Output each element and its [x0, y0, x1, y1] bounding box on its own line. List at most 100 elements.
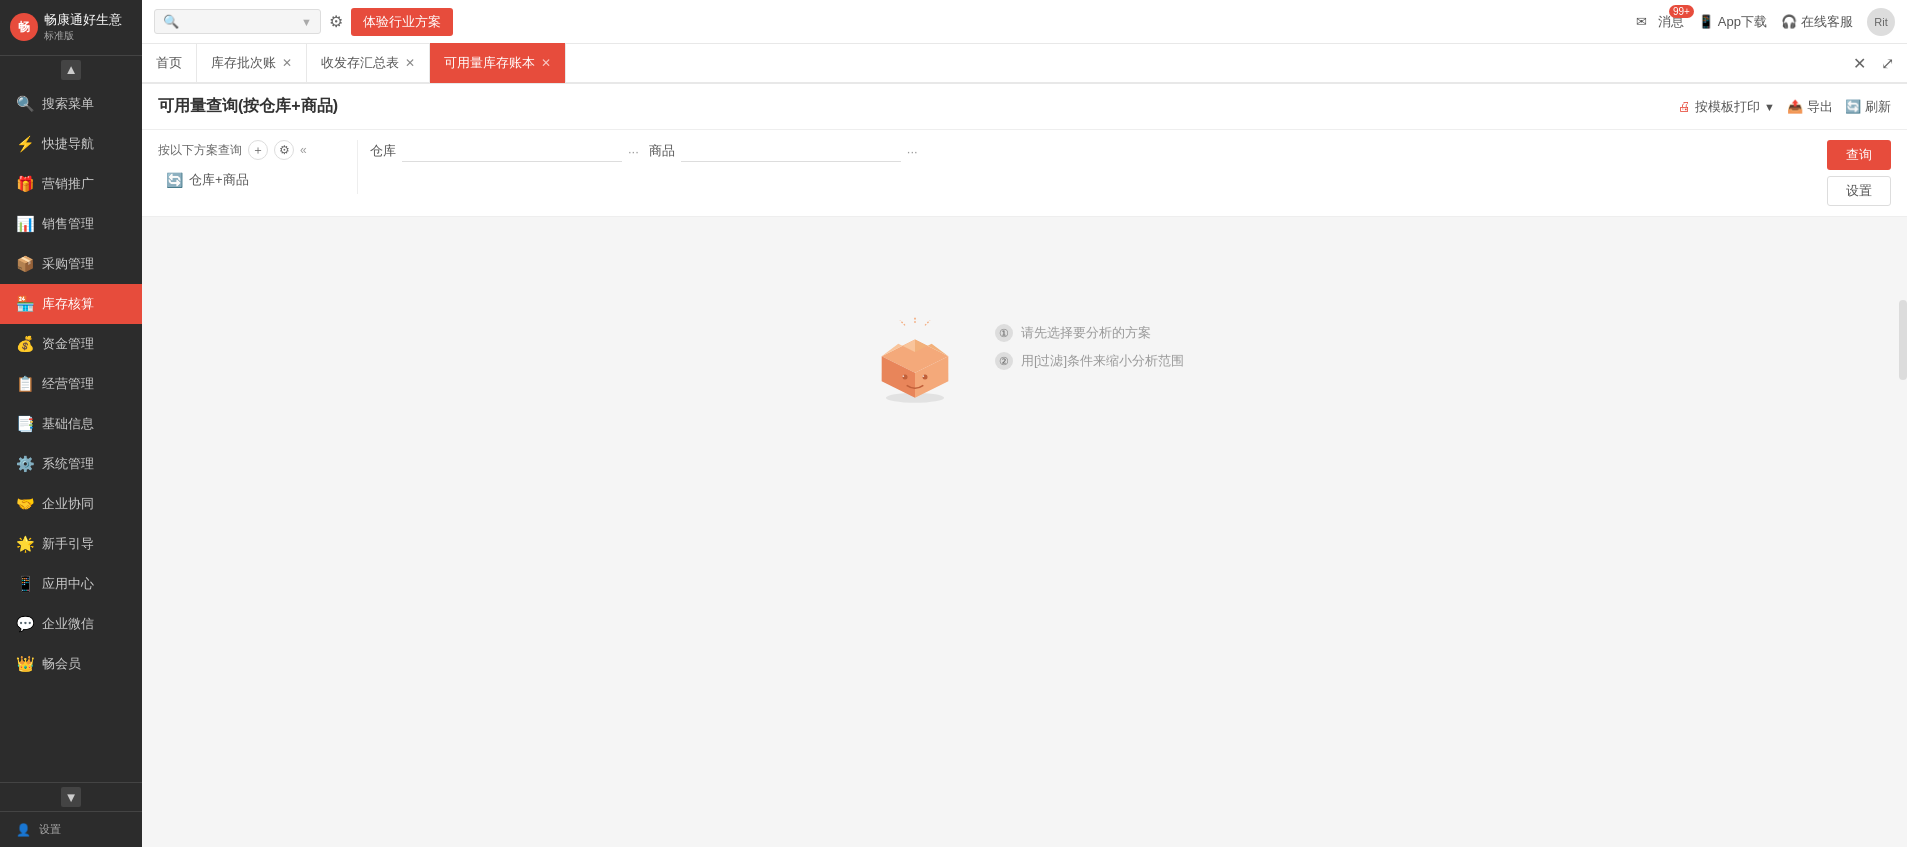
star-icon: 🌟 [16, 535, 34, 553]
sidebar-footer-icon: 👤 [16, 823, 31, 837]
refresh-btn[interactable]: 🔄 刷新 [1845, 98, 1891, 116]
query-scheme: 按以下方案查询 ＋ ⚙ « 🔄 仓库+商品 [158, 140, 358, 194]
topbar-search-input[interactable] [185, 15, 295, 29]
query-scheme-title: 按以下方案查询 ＋ ⚙ « [158, 140, 345, 160]
empty-hints: ① 请先选择要分析的方案 ② 用[过滤]条件来缩小分析范围 [995, 324, 1184, 370]
messages-badge: 99+ [1669, 5, 1694, 18]
topbar-settings-icon[interactable]: ⚙ [329, 12, 343, 31]
download-icon: 📱 [1698, 14, 1714, 29]
tab-batch-ledger[interactable]: 库存批次账 ✕ [197, 43, 307, 83]
chevron-down-icon[interactable]: ▼ [301, 16, 312, 28]
sidebar-item-operations[interactable]: 📋 经营管理 [0, 364, 142, 404]
svg-point-7 [922, 375, 927, 380]
user-avatar[interactable]: Rit [1867, 8, 1895, 36]
sidebar-item-enterprise[interactable]: 🤝 企业协同 [0, 484, 142, 524]
sidebar-item-base[interactable]: 📑 基础信息 [0, 404, 142, 444]
refresh-icon: 🔄 [1845, 99, 1861, 114]
sidebar-item-purchase[interactable]: 📦 采购管理 [0, 244, 142, 284]
chevron-down-icon[interactable]: ▼ [1764, 101, 1775, 113]
topbar-search-box[interactable]: 🔍 ▼ [154, 9, 321, 34]
sidebar-item-apps[interactable]: 📱 应用中心 [0, 564, 142, 604]
tab-batch-ledger-close[interactable]: ✕ [282, 56, 292, 70]
sidebar-scroll-down[interactable]: ▼ [61, 787, 81, 807]
box-icon: 📦 [16, 255, 34, 273]
sidebar-item-funds[interactable]: 💰 资金管理 [0, 324, 142, 364]
sidebar-nav: 🔍 搜索菜单 ⚡ 快捷导航 🎁 营销推广 📊 销售管理 📦 采购管理 🏪 库存核… [0, 84, 142, 782]
product-label: 商品 [649, 142, 675, 160]
app-download-btn[interactable]: 📱 App下载 [1698, 13, 1767, 31]
print-icon: 🖨 [1678, 99, 1691, 114]
warehouse-input[interactable] [402, 140, 622, 162]
warehouse-label: 仓库 [370, 142, 396, 160]
main-area: 🔍 ▼ ⚙ 体验行业方案 ✉ 99+ 消息 📱 App下载 🎧 在线客服 Rit [142, 0, 1907, 847]
chat-icon: 💬 [16, 615, 34, 633]
filter-product: 商品 ··· [649, 140, 918, 162]
svg-point-6 [902, 375, 907, 380]
print-btn[interactable]: 🖨 按模板打印 ▼ [1678, 98, 1775, 116]
sidebar-item-wechat[interactable]: 💬 企业微信 [0, 604, 142, 644]
chart-icon: 📊 [16, 215, 34, 233]
scheme-item-warehouse-product[interactable]: 🔄 仓库+商品 [158, 166, 345, 194]
document-icon: 📑 [16, 415, 34, 433]
query-area: 按以下方案查询 ＋ ⚙ « 🔄 仓库+商品 仓库 ··· 商品 [142, 130, 1907, 217]
export-btn[interactable]: 📤 导出 [1787, 98, 1833, 116]
filter-settings-btn[interactable]: 设置 [1827, 176, 1891, 206]
sidebar-item-sales[interactable]: 📊 销售管理 [0, 204, 142, 244]
page-header-actions: 🖨 按模板打印 ▼ 📤 导出 🔄 刷新 [1678, 98, 1891, 116]
sidebar-scroll-up[interactable]: ▲ [61, 60, 81, 80]
clipboard-icon: 📋 [16, 375, 34, 393]
add-scheme-btn[interactable]: ＋ [248, 140, 268, 160]
query-actions: 查询 设置 [1815, 140, 1891, 206]
tab-home[interactable]: 首页 [142, 43, 197, 83]
svg-line-12 [900, 320, 905, 325]
tab-receipt-summary-close[interactable]: ✕ [405, 56, 415, 70]
tab-available-ledger[interactable]: 可用量库存账本 ✕ [430, 43, 566, 83]
hint-item-2: ② 用[过滤]条件来缩小分析范围 [995, 352, 1184, 370]
scheme-settings-btn[interactable]: ⚙ [274, 140, 294, 160]
sidebar-footer-text: 设置 [39, 822, 61, 837]
svg-point-9 [922, 375, 924, 377]
app-name: 畅康通好生意 [44, 12, 122, 29]
empty-state: ① 请先选择要分析的方案 ② 用[过滤]条件来缩小分析范围 [142, 217, 1907, 477]
sidebar-item-member[interactable]: 👑 畅会员 [0, 644, 142, 684]
close-window-icon[interactable]: ✕ [1847, 51, 1871, 75]
query-btn[interactable]: 查询 [1827, 140, 1891, 170]
tab-receipt-summary[interactable]: 收发存汇总表 ✕ [307, 43, 430, 83]
app-logo: 畅 [10, 13, 38, 41]
hint-num-1: ① [995, 324, 1013, 342]
hint-num-2: ② [995, 352, 1013, 370]
maximize-icon[interactable]: ⤢ [1875, 51, 1899, 75]
sidebar-item-inventory[interactable]: 🏪 库存核算 [0, 284, 142, 324]
tab-available-ledger-close[interactable]: ✕ [541, 56, 551, 70]
page-header: 可用量查询(按仓库+商品) 🖨 按模板打印 ▼ 📤 导出 🔄 刷新 [142, 84, 1907, 130]
collapse-icon[interactable]: « [300, 143, 307, 157]
app-edition: 标准版 [44, 29, 122, 43]
hint-text-2: 用[过滤]条件来缩小分析范围 [1021, 352, 1184, 370]
handshake-icon: 🤝 [16, 495, 34, 513]
page-content: 可用量查询(按仓库+商品) 🖨 按模板打印 ▼ 📤 导出 🔄 刷新 [142, 84, 1907, 847]
sidebar-item-newbie[interactable]: 🌟 新手引导 [0, 524, 142, 564]
messages-btn[interactable]: ✉ 99+ 消息 [1636, 13, 1684, 31]
hint-text-1: 请先选择要分析的方案 [1021, 324, 1151, 342]
gift-icon: 🎁 [16, 175, 34, 193]
warehouse-more-btn[interactable]: ··· [628, 144, 639, 159]
trial-btn[interactable]: 体验行业方案 [351, 8, 453, 36]
product-input[interactable] [681, 140, 901, 162]
sidebar-item-search[interactable]: 🔍 搜索菜单 [0, 84, 142, 124]
search-icon: 🔍 [163, 14, 179, 29]
empty-illustration [865, 297, 965, 397]
scrollbar-thumb[interactable] [1899, 300, 1907, 380]
sidebar-item-system[interactable]: ⚙️ 系统管理 [0, 444, 142, 484]
headset-icon: 🎧 [1781, 14, 1797, 29]
sidebar-item-quick-nav[interactable]: ⚡ 快捷导航 [0, 124, 142, 164]
export-icon: 📤 [1787, 99, 1803, 114]
mobile-icon: 📱 [16, 575, 34, 593]
online-service-btn[interactable]: 🎧 在线客服 [1781, 13, 1853, 31]
tabsbar-end: ✕ ⤢ [1839, 51, 1907, 75]
sidebar-footer: 👤 设置 [0, 811, 142, 847]
product-more-btn[interactable]: ··· [907, 144, 918, 159]
sidebar-item-marketing[interactable]: 🎁 营销推广 [0, 164, 142, 204]
scheme-item-icon: 🔄 [166, 172, 183, 188]
svg-point-8 [902, 375, 904, 377]
topbar: 🔍 ▼ ⚙ 体验行业方案 ✉ 99+ 消息 📱 App下载 🎧 在线客服 Rit [142, 0, 1907, 44]
